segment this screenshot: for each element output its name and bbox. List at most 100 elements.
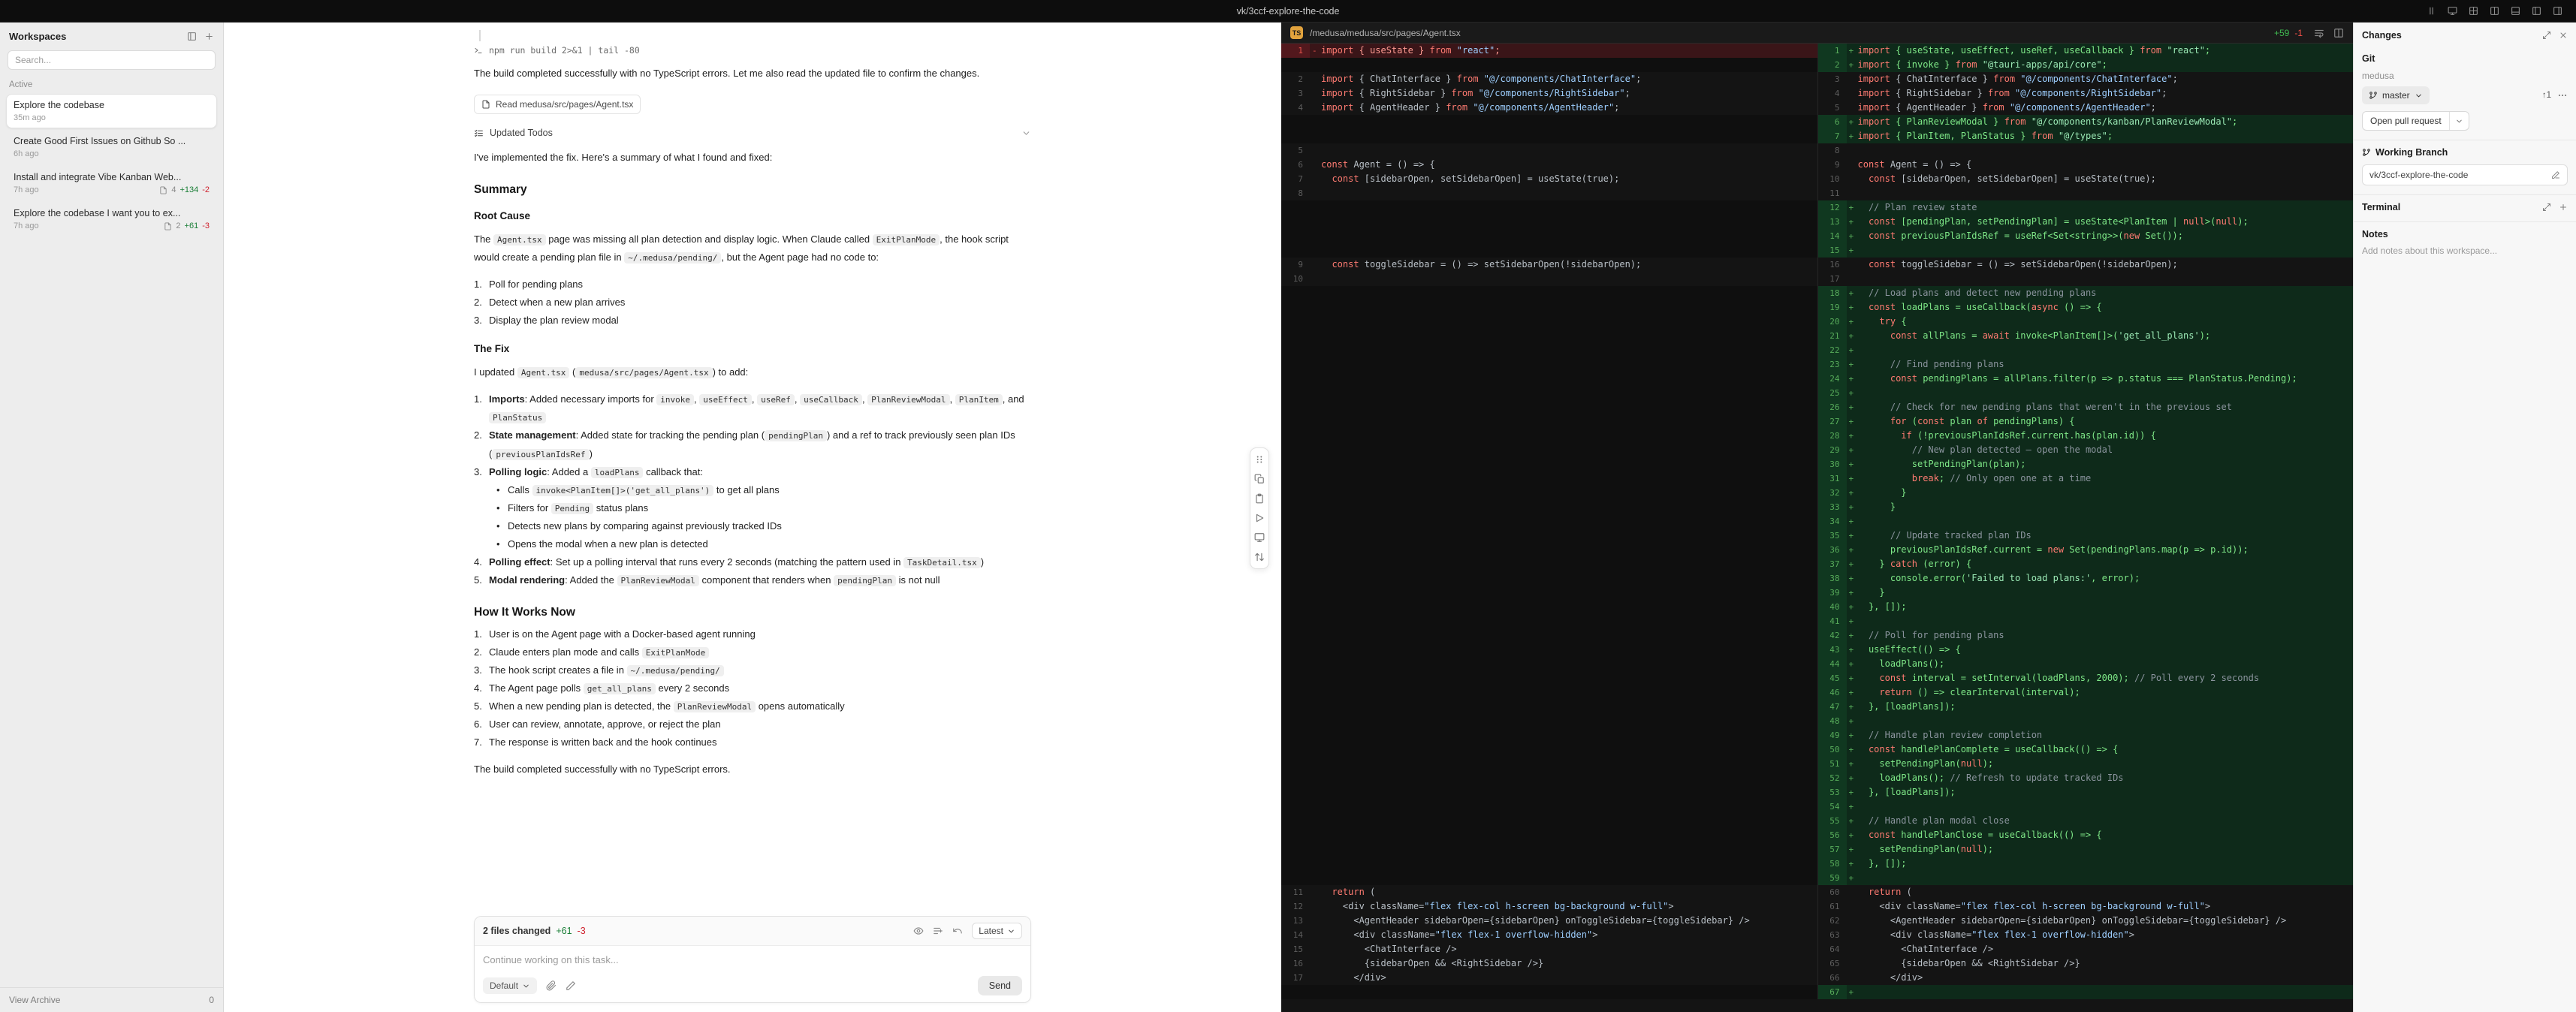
diff-line-added: 53+ }, [loadPlans]); [1817,785,2354,800]
workspace-time: 6h ago [14,149,39,158]
wrap-text-icon[interactable] [2314,28,2324,38]
monitor-icon[interactable] [2448,6,2457,16]
split-view-icon[interactable] [2333,28,2344,38]
line-number: 55 [1818,814,1847,828]
line-number: 20 [1818,315,1847,329]
diff-line-filler [1281,357,1817,372]
diff-sign: + [1847,985,1857,999]
more-actions-button[interactable] [2557,90,2568,101]
diff-row: 57+ setPendingPlan(null); [1281,842,2353,857]
pause-icon[interactable] [2427,6,2436,16]
panel-left-icon[interactable] [2532,6,2541,16]
changes-sidebar: Changes Git medusa master ↑1 O [2353,23,2576,1012]
workspace-list: Explore the codebase35m agoCreate Good F… [0,92,223,238]
branch-name: master [2382,90,2410,101]
diff-sign: + [1847,372,1857,386]
diff-sign: + [1847,657,1857,671]
diff-line-filler [1281,129,1817,143]
panel-right-icon[interactable] [2553,6,2562,16]
list-item: •Filters for Pending status plans [474,499,1031,517]
code-text: const pendingPlans = allPlans.filter(p =… [1857,372,2354,386]
chevron-down-icon[interactable] [1021,128,1031,138]
pen-icon[interactable] [566,980,576,991]
search-input[interactable] [8,50,216,70]
maximize-icon[interactable] [2542,203,2551,212]
diff-sign: + [1847,871,1857,885]
diff-sign: + [1847,343,1857,357]
workspace-item[interactable]: Explore the codebase I want you to ex...… [6,202,217,236]
monitor-icon[interactable] [1254,532,1265,543]
view-archive-link[interactable]: View Archive [9,995,60,1005]
list-plus-icon[interactable] [933,926,943,936]
diff-line-filler [1281,657,1817,671]
diff-line-added: 30+ setPendingPlan(plan); [1817,457,2354,471]
diff-line-context: 62 <AgentHeader sidebarOpen={sidebarOpen… [1817,914,2354,928]
inline-code: useRef [757,394,795,405]
line-number: 11 [1818,186,1847,200]
columns-icon[interactable] [2490,6,2499,16]
collapse-sidebar-icon[interactable] [187,32,197,41]
line-number: 13 [1281,914,1310,928]
code-text: import { ChatInterface } from "@/compone… [1857,72,2354,86]
version-selector[interactable]: Latest [972,923,1022,939]
notes-placeholder[interactable]: Add notes about this workspace... [2362,245,2568,256]
updated-todos-toggle[interactable]: Updated Todos [474,128,1031,138]
diff-row: 67+ [1281,985,2353,999]
conversation-scroll-area[interactable]: npm run build 2>&1 | tail -80 The build … [224,23,1281,916]
swap-vertical-icon[interactable] [1254,552,1265,562]
diff-sign: + [1847,357,1857,372]
diff-body[interactable]: 1-import { useState } from "react";1+imp… [1281,44,2353,1012]
diff-line-filler [1281,871,1817,885]
plus-icon[interactable] [2559,203,2568,212]
line-number: 35 [1818,529,1847,543]
send-button[interactable]: Send [978,976,1022,995]
code-text: return () => clearInterval(interval); [1857,685,2354,700]
working-branch-field[interactable]: vk/3ccf-explore-the-code [2362,164,2568,185]
line-number: 64 [1818,942,1847,956]
grip-icon[interactable] [1254,454,1265,465]
eye-icon[interactable] [913,926,924,936]
pencil-icon[interactable] [2551,170,2560,179]
line-number: 16 [1818,258,1847,272]
diff-row: 34+ [1281,514,2353,529]
maximize-icon[interactable] [2542,31,2551,40]
new-workspace-icon[interactable] [204,32,214,41]
model-selector[interactable]: Default [483,977,537,994]
clipboard-icon[interactable] [1254,493,1265,504]
inline-code: invoke<PlanItem[]>('get_all_plans') [532,485,714,496]
play-icon[interactable] [1254,513,1265,523]
workspace-item[interactable]: Explore the codebase35m ago [6,94,217,128]
line-number: 12 [1818,200,1847,215]
terminal-command-chip[interactable]: npm run build 2>&1 | tail -80 [474,45,1031,56]
diff-line-added: 45+ const interval = setInterval(loadPla… [1817,671,2354,685]
copy-icon[interactable] [1254,474,1265,484]
grid-icon[interactable] [2469,6,2478,16]
open-pull-request-button[interactable]: Open pull request [2362,111,2469,131]
diff-row: 58+ }, []); [1281,857,2353,871]
assistant-paragraph: The Agent.tsx page was missing all plan … [474,230,1031,267]
diff-line-added: 43+ useEffect(() => { [1817,643,2354,657]
branch-selector[interactable]: master [2362,86,2430,104]
changes-summary-bar[interactable]: 2 files changed +61 -3 Latest [475,917,1030,946]
list-marker: 3. [474,463,489,481]
line-number: 17 [1281,971,1310,985]
diff-line-filler [1281,215,1817,229]
undo-icon[interactable] [952,926,963,936]
diff-line-added: 15+ [1817,243,2354,258]
diff-row: 42+ // Poll for pending plans [1281,628,2353,643]
bold-text: Polling effect [489,556,550,568]
panel-bottom-icon[interactable] [2511,6,2520,16]
close-icon[interactable] [2559,31,2568,40]
workspace-item[interactable]: Create Good First Issues on Github So ..… [6,130,217,164]
diff-line-added: 35+ // Update tracked plan IDs [1817,529,2354,543]
paperclip-icon[interactable] [546,980,557,991]
diff-row: 4import { AgentHeader } from "@/componen… [1281,101,2353,115]
code-text: <ChatInterface /> [1320,942,1817,956]
message-input[interactable] [483,954,1022,965]
workspace-item[interactable]: Install and integrate Vibe Kanban Web...… [6,166,217,200]
line-number: 39 [1818,586,1847,600]
diff-line-filler [1281,814,1817,828]
pull-request-options[interactable] [2449,112,2469,130]
code-text: if (!previousPlanIdsRef.current.has(plan… [1857,429,2354,443]
read-file-chip[interactable]: Read medusa/src/pages/Agent.tsx [474,95,641,114]
